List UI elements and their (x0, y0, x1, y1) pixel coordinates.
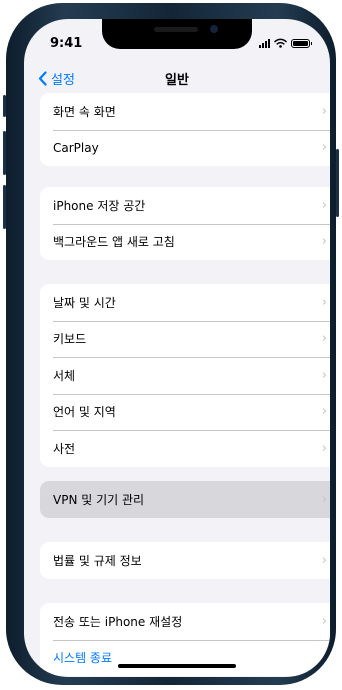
row-label: 날짜 및 시간 (53, 295, 116, 310)
settings-group-storage: iPhone 저장 공간 › 백그라운드 앱 새로 고침 › (40, 187, 330, 260)
phone-screen: 9:41 설정 일반 화면 속 화면 › CarPlay › iPhone 저장… (24, 19, 330, 677)
settings-row-dictionary[interactable]: 사전 › (40, 430, 330, 467)
wifi-icon (274, 38, 287, 48)
action-button (3, 95, 6, 117)
chevron-right-icon: › (321, 331, 327, 347)
status-icons (259, 38, 312, 48)
settings-row-vpn-device-management[interactable]: VPN 및 기기 관리 › (40, 481, 330, 518)
shut-down-label: 시스템 종료 (53, 651, 113, 666)
page-title: 일반 (165, 73, 189, 88)
settings-row-fonts[interactable]: 서체 › (40, 357, 330, 394)
settings-group-vpn: VPN 및 기기 관리 › (40, 481, 330, 518)
home-indicator (118, 664, 236, 668)
chevron-right-icon: › (321, 234, 327, 250)
chevron-right-icon: › (321, 491, 327, 507)
row-label: 백그라운드 앱 새로 고침 (53, 235, 175, 250)
settings-group-display: 화면 속 화면 › CarPlay › (40, 93, 330, 166)
row-label: CarPlay (53, 140, 99, 155)
chevron-right-icon: › (321, 552, 327, 568)
earpiece-speaker (154, 27, 198, 32)
front-camera (210, 25, 218, 33)
row-label: iPhone 저장 공간 (53, 198, 146, 213)
row-label: 전송 또는 iPhone 재설정 (53, 614, 183, 629)
chevron-right-icon: › (321, 613, 327, 629)
iphone-device-frame: 9:41 설정 일반 화면 속 화면 › CarPlay › iPhone 저장… (3, 3, 339, 685)
chevron-right-icon: › (321, 294, 327, 310)
notch (102, 19, 252, 49)
volume-up-button (3, 131, 6, 175)
chevron-right-icon: › (321, 197, 327, 213)
settings-row-background-app-refresh[interactable]: 백그라운드 앱 새로 고침 › (40, 223, 330, 261)
settings-row-legal-regulatory[interactable]: 법률 및 규제 정보 › (40, 542, 330, 579)
settings-row-iphone-storage[interactable]: iPhone 저장 공간 › (40, 187, 330, 224)
settings-row-shut-down[interactable]: 시스템 종료 (40, 639, 330, 677)
chevron-right-icon: › (321, 440, 327, 456)
chevron-right-icon: › (321, 103, 327, 119)
settings-row-carplay[interactable]: CarPlay › (40, 129, 330, 167)
volume-down-button (3, 185, 6, 229)
chevron-right-icon: › (321, 404, 327, 420)
settings-group-locale: 날짜 및 시간 › 키보드 › 서체 › 언어 및 지역 › 사전 › (40, 284, 330, 467)
side-button (336, 149, 339, 217)
battery-icon (291, 38, 312, 48)
cellular-signal-icon (259, 38, 270, 48)
row-label: 법률 및 규제 정보 (53, 553, 142, 568)
chevron-right-icon: › (321, 367, 327, 383)
settings-group-legal: 법률 및 규제 정보 › (40, 542, 330, 579)
settings-row-date-time[interactable]: 날짜 및 시간 › (40, 284, 330, 321)
settings-row-language-region[interactable]: 언어 및 지역 › (40, 393, 330, 431)
chevron-right-icon: › (321, 140, 327, 156)
row-label: VPN 및 기기 관리 (53, 492, 145, 507)
row-label: 서체 (53, 368, 76, 383)
settings-row-keyboard[interactable]: 키보드 › (40, 320, 330, 358)
row-label: 사전 (53, 441, 76, 456)
row-label: 언어 및 지역 (53, 405, 116, 420)
navigation-bar: 설정 일반 (24, 63, 330, 93)
row-label: 화면 속 화면 (53, 104, 116, 119)
row-label: 키보드 (53, 332, 87, 347)
status-time: 9:41 (50, 36, 83, 51)
settings-row-transfer-reset[interactable]: 전송 또는 iPhone 재설정 › (40, 603, 330, 640)
settings-row-picture-in-picture[interactable]: 화면 속 화면 › (40, 93, 330, 130)
